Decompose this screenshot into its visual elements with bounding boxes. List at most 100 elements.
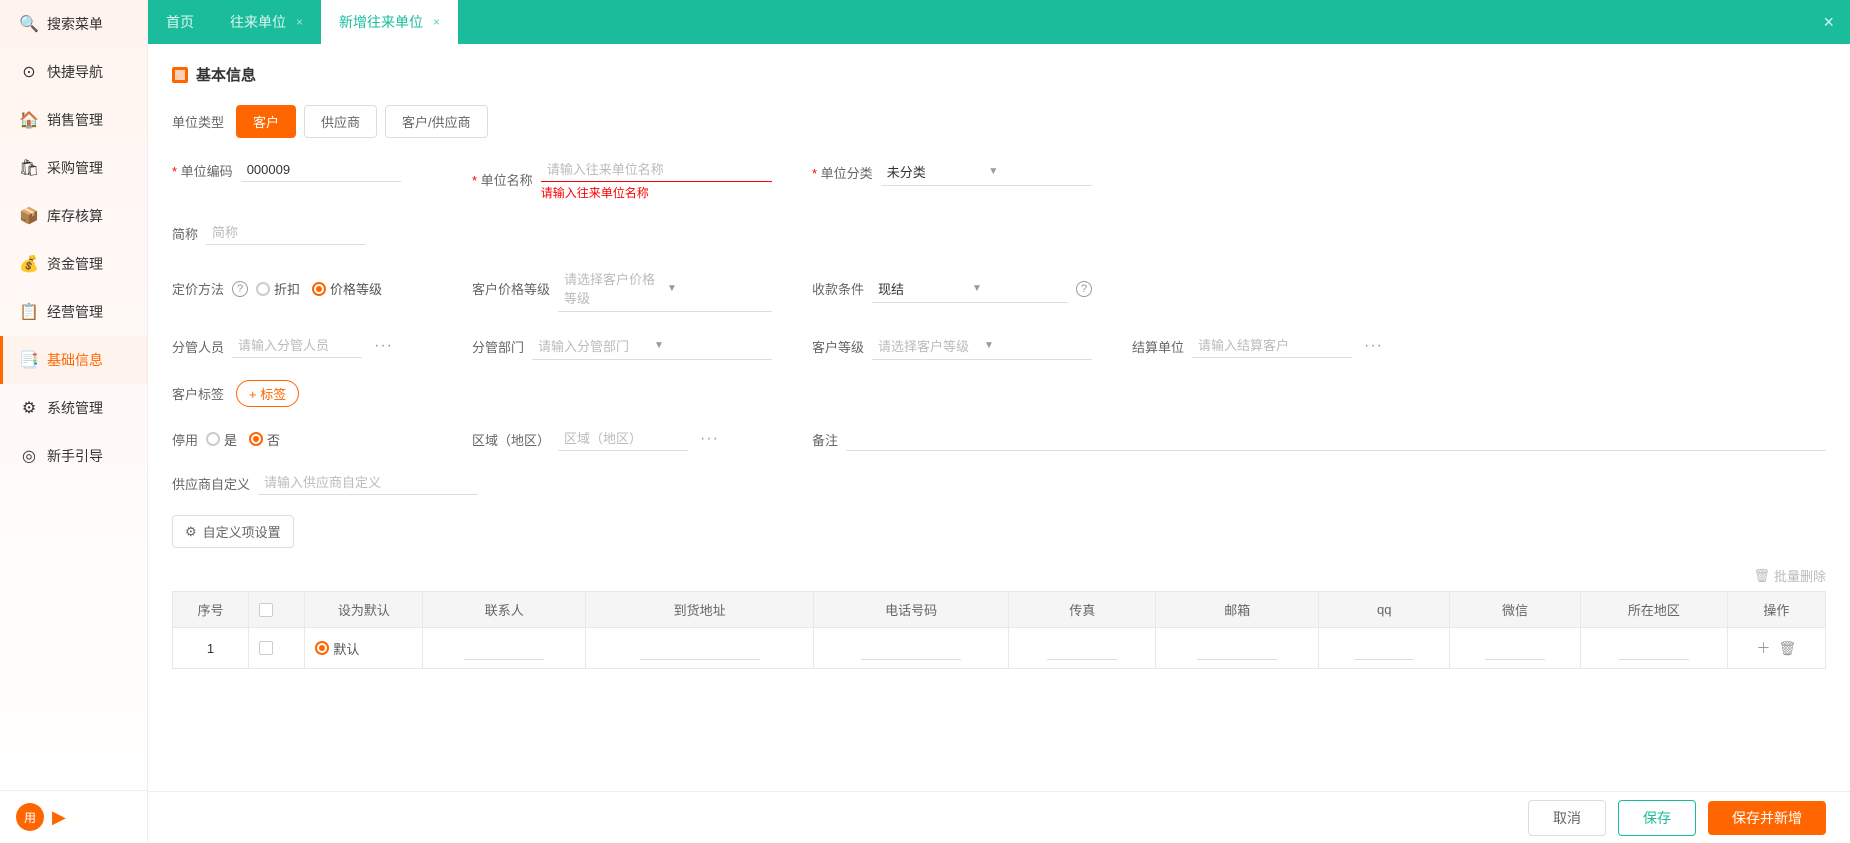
sidebar-item-quicknav[interactable]: ⊙ 快捷导航 (0, 48, 147, 96)
unit-name-label: 单位名称 (472, 170, 533, 189)
region-label: 区域（地区） (472, 430, 550, 449)
price-level-select[interactable]: 请选择客户价格等级 ▼ (558, 265, 772, 312)
sidebar-item-guide[interactable]: ◎ 新手引导 (0, 432, 147, 480)
unit-type-label: 单位类型 (172, 112, 224, 131)
department-select[interactable]: 请输入分管部门 ▼ (532, 332, 772, 360)
manager-field: 分管人员 ··· (172, 334, 432, 358)
col-qq: qq (1319, 592, 1450, 628)
payment-terms-label: 收款条件 (812, 279, 864, 298)
unit-type-btn-group: 客户 供应商 客户/供应商 (236, 105, 488, 138)
email-input[interactable] (1197, 636, 1277, 660)
guide-icon: ◎ (19, 446, 39, 466)
row-default-radio[interactable]: 默认 (315, 639, 412, 658)
settlement-more-icon[interactable]: ··· (1360, 337, 1387, 355)
save-button[interactable]: 保存 (1618, 800, 1696, 836)
row-checkbox[interactable] (259, 641, 273, 655)
alias-input[interactable] (206, 221, 366, 245)
disabled-field: 停用 是 否 (172, 430, 432, 449)
tab-partners[interactable]: 往来单位 × (212, 0, 321, 44)
manager-input[interactable] (232, 334, 362, 358)
radio-price-level[interactable]: 价格等级 (312, 279, 382, 298)
customer-level-select[interactable]: 请选择客户等级 ▼ (872, 332, 1092, 360)
batch-delete-label: 批量删除 (1774, 566, 1826, 585)
radio-discount[interactable]: 折扣 (256, 279, 300, 298)
col-wechat: 微信 (1450, 592, 1581, 628)
address-input[interactable] (640, 636, 760, 660)
unit-code-input[interactable] (241, 158, 401, 182)
contact-input[interactable] (464, 636, 544, 660)
fax-input[interactable] (1047, 636, 1117, 660)
unit-name-input[interactable] (541, 158, 772, 182)
add-tag-button[interactable]: + 标签 (236, 380, 299, 407)
sidebar-item-label: 基础信息 (47, 350, 103, 370)
alias-row: 简称 (172, 221, 1826, 245)
btn-customer[interactable]: 客户 (236, 105, 296, 138)
tab-new-partner[interactable]: 新增往来单位 × (321, 0, 458, 44)
settlement-input[interactable] (1192, 334, 1352, 358)
cell-default: 默认 (305, 628, 423, 669)
settlement-field: 结算单位 ··· (1132, 334, 1826, 358)
radio-disabled-no[interactable]: 否 (249, 430, 280, 449)
sidebar-item-basic[interactable]: 📑 基础信息 (0, 336, 147, 384)
remark-input[interactable] (846, 427, 1826, 451)
delete-row-icon[interactable]: 🗑 (1779, 640, 1797, 657)
region-more-icon[interactable]: ··· (696, 430, 723, 448)
table-actions: 🗑 批量删除 (172, 560, 1826, 591)
tab-new-partner-close[interactable]: × (433, 15, 440, 29)
region-table-input[interactable] (1619, 636, 1689, 660)
disabled-row: 停用 是 否 区域（地区） ··· (172, 427, 1826, 451)
unit-category-select[interactable]: 未分类 ▼ (881, 158, 1092, 186)
sales-icon: 🏠 (19, 110, 39, 130)
tab-home[interactable]: 首页 (148, 0, 212, 44)
remark-field: 备注 (812, 427, 1826, 451)
pricing-help-icon[interactable]: ? (232, 281, 248, 297)
department-placeholder: 请输入分管部门 (538, 336, 650, 355)
col-email: 邮箱 (1156, 592, 1319, 628)
wechat-input[interactable] (1485, 636, 1545, 660)
phone-input[interactable] (861, 636, 961, 660)
qq-input[interactable] (1354, 636, 1414, 660)
sidebar-item-purchase[interactable]: 🛍 采购管理 (0, 144, 147, 192)
radio-no-circle (249, 432, 263, 446)
sidebar-item-operations[interactable]: 📋 经营管理 (0, 288, 147, 336)
chevron-down-icon: ▼ (667, 283, 766, 294)
table-row: 1 默认 (173, 628, 1826, 669)
sidebar-item-inventory[interactable]: 📦 库存核算 (0, 192, 147, 240)
sidebar-expand-icon[interactable]: ▶ (52, 807, 66, 828)
sidebar-item-search[interactable]: 🔍 搜索菜单 (0, 0, 147, 48)
payment-help-icon[interactable]: ? (1076, 281, 1092, 297)
sidebar: 🔍 搜索菜单 ⊙ 快捷导航 🏠 销售管理 🛍 采购管理 📦 库存核算 💰 资金管… (0, 0, 148, 843)
window-close-icon[interactable]: × (1807, 0, 1850, 44)
pricing-radio-group: 折扣 价格等级 (256, 279, 382, 298)
supplier-custom-input[interactable] (258, 471, 478, 495)
btn-both[interactable]: 客户/供应商 (385, 105, 488, 138)
basic-icon: 📑 (19, 350, 39, 370)
cancel-button[interactable]: 取消 (1528, 800, 1606, 836)
chevron-down-icon: ▼ (654, 340, 766, 351)
manager-more-icon[interactable]: ··· (370, 337, 397, 355)
radio-discount-circle (256, 282, 270, 296)
pricing-row: 定价方法 ? 折扣 价格等级 客户价格等级 (172, 265, 1826, 312)
bottom-bar: 取消 保存 保存并新增 (148, 791, 1850, 843)
radio-disabled-yes[interactable]: 是 (206, 430, 237, 449)
tab-partners-close[interactable]: × (296, 15, 303, 29)
tab-partners-label: 往来单位 (230, 12, 286, 32)
payment-terms-select[interactable]: 现结 ▼ (872, 275, 1068, 303)
select-all-checkbox[interactable] (259, 603, 273, 617)
add-row-icon[interactable]: ＋ (1757, 638, 1771, 658)
sidebar-item-sales[interactable]: 🏠 销售管理 (0, 96, 147, 144)
batch-delete-button[interactable]: 🗑 批量删除 (1753, 566, 1826, 585)
btn-supplier[interactable]: 供应商 (304, 105, 377, 138)
sidebar-item-finance[interactable]: 💰 资金管理 (0, 240, 147, 288)
customer-level-field: 客户等级 请选择客户等级 ▼ (812, 332, 1092, 360)
cell-seq: 1 (173, 628, 249, 669)
save-add-button[interactable]: 保存并新增 (1708, 801, 1826, 835)
custom-settings-button[interactable]: ⚙ 自定义项设置 (172, 515, 294, 548)
region-input[interactable] (558, 427, 688, 451)
sidebar-item-system[interactable]: ⚙ 系统管理 (0, 384, 147, 432)
cell-actions: ＋ 🗑 (1727, 628, 1825, 669)
alias-field: 简称 (172, 221, 432, 245)
unit-category-value: 未分类 (887, 162, 985, 181)
tab-bar: 首页 往来单位 × 新增往来单位 × × (148, 0, 1850, 44)
manager-row: 分管人员 ··· 分管部门 请输入分管部门 ▼ 客户等级 请选择客户等级 ▼ (172, 332, 1826, 360)
